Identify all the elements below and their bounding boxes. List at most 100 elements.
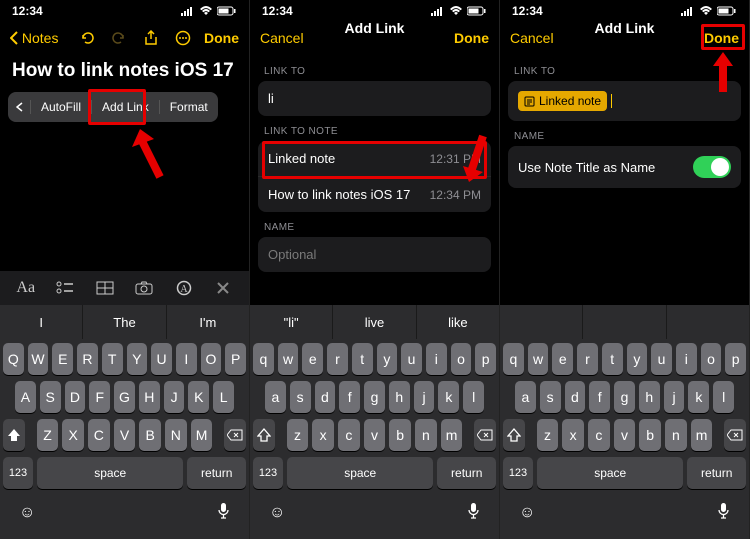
key-i[interactable]: i (426, 343, 447, 375)
key-l[interactable]: L (213, 381, 234, 413)
space-key[interactable]: space (287, 457, 433, 489)
key-k[interactable]: k (438, 381, 459, 413)
space-key[interactable]: space (537, 457, 683, 489)
shift-key[interactable] (503, 419, 525, 451)
format-close[interactable] (204, 282, 244, 294)
key-q[interactable]: q (503, 343, 524, 375)
key-e[interactable]: e (552, 343, 573, 375)
shift-key[interactable] (3, 419, 25, 451)
key-e[interactable]: e (302, 343, 323, 375)
link-to-field[interactable]: li (258, 81, 491, 116)
back-button[interactable]: Notes (10, 30, 58, 46)
emoji-button[interactable]: ☺ (269, 504, 285, 522)
key-u[interactable]: u (651, 343, 672, 375)
suggestion-3[interactable] (667, 305, 749, 339)
name-field[interactable]: Optional (258, 237, 491, 272)
format-camera[interactable] (125, 281, 165, 295)
key-q[interactable]: q (253, 343, 274, 375)
key-b[interactable]: b (639, 419, 661, 451)
key-o[interactable]: O (201, 343, 222, 375)
key-r[interactable]: R (77, 343, 98, 375)
key-z[interactable]: z (287, 419, 309, 451)
undo-button[interactable] (76, 27, 98, 49)
key-v[interactable]: v (364, 419, 386, 451)
key-x[interactable]: x (562, 419, 584, 451)
key-m[interactable]: M (191, 419, 213, 451)
key-d[interactable]: D (65, 381, 86, 413)
key-k[interactable]: K (188, 381, 209, 413)
key-s[interactable]: s (290, 381, 311, 413)
done-button[interactable]: Done (204, 30, 239, 46)
key-g[interactable]: G (114, 381, 135, 413)
link-to-field[interactable]: Linked note (508, 81, 741, 121)
key-g[interactable]: g (364, 381, 385, 413)
key-g[interactable]: g (614, 381, 635, 413)
numbers-key[interactable]: 123 (503, 457, 533, 489)
space-key[interactable]: space (37, 457, 183, 489)
context-menu-autofill[interactable]: AutoFill (30, 100, 91, 114)
suggestion-2[interactable]: live (333, 305, 416, 339)
key-y[interactable]: y (627, 343, 648, 375)
key-l[interactable]: l (463, 381, 484, 413)
key-c[interactable]: c (338, 419, 360, 451)
key-t[interactable]: T (102, 343, 123, 375)
use-title-toggle[interactable] (693, 156, 731, 178)
return-key[interactable]: return (187, 457, 246, 489)
suggestion-3[interactable]: I'm (167, 305, 249, 339)
result-row[interactable]: How to link notes iOS 17 12:34 PM (258, 176, 491, 212)
cancel-button[interactable]: Cancel (260, 30, 304, 46)
key-w[interactable]: w (278, 343, 299, 375)
key-q[interactable]: Q (3, 343, 24, 375)
key-v[interactable]: v (614, 419, 636, 451)
key-w[interactable]: W (28, 343, 49, 375)
emoji-button[interactable]: ☺ (519, 504, 535, 522)
more-button[interactable] (172, 27, 194, 49)
keyboard[interactable]: qwertyuiop asdfghjkl zxcvbnm 123 space r… (250, 339, 499, 539)
key-m[interactable]: m (441, 419, 463, 451)
key-n[interactable]: n (415, 419, 437, 451)
return-key[interactable]: return (687, 457, 746, 489)
key-n[interactable]: n (665, 419, 687, 451)
key-p[interactable]: P (225, 343, 246, 375)
key-s[interactable]: s (540, 381, 561, 413)
format-textstyle[interactable]: Aa (6, 279, 46, 297)
delete-key[interactable] (724, 419, 746, 451)
suggestion-2[interactable] (583, 305, 666, 339)
cancel-button[interactable]: Cancel (510, 30, 554, 46)
suggestion-1[interactable] (500, 305, 583, 339)
suggestion-2[interactable]: The (83, 305, 166, 339)
key-f[interactable]: F (89, 381, 110, 413)
key-b[interactable]: b (389, 419, 411, 451)
key-x[interactable]: X (62, 419, 84, 451)
key-j[interactable]: J (164, 381, 185, 413)
key-z[interactable]: Z (37, 419, 59, 451)
key-s[interactable]: S (40, 381, 61, 413)
key-o[interactable]: o (451, 343, 472, 375)
key-d[interactable]: d (565, 381, 586, 413)
key-n[interactable]: N (165, 419, 187, 451)
key-i[interactable]: i (676, 343, 697, 375)
key-u[interactable]: u (401, 343, 422, 375)
key-k[interactable]: k (688, 381, 709, 413)
key-a[interactable]: a (515, 381, 536, 413)
suggestion-1[interactable]: I (0, 305, 83, 339)
mic-button[interactable] (717, 502, 730, 525)
mic-button[interactable] (217, 502, 230, 525)
key-c[interactable]: C (88, 419, 110, 451)
key-a[interactable]: A (15, 381, 36, 413)
key-x[interactable]: x (312, 419, 334, 451)
keyboard[interactable]: qwertyuiop asdfghjkl zxcvbnm 123 space r… (500, 339, 749, 539)
key-i[interactable]: I (176, 343, 197, 375)
shift-key[interactable] (253, 419, 275, 451)
key-a[interactable]: a (265, 381, 286, 413)
mic-button[interactable] (467, 502, 480, 525)
key-z[interactable]: z (537, 419, 559, 451)
note-title[interactable]: How to link notes iOS 17 (0, 56, 249, 92)
context-menu-format[interactable]: Format (159, 100, 218, 114)
key-y[interactable]: y (377, 343, 398, 375)
format-checklist[interactable] (46, 281, 86, 295)
numbers-key[interactable]: 123 (3, 457, 33, 489)
return-key[interactable]: return (437, 457, 496, 489)
key-p[interactable]: p (475, 343, 496, 375)
format-table[interactable] (85, 281, 125, 295)
